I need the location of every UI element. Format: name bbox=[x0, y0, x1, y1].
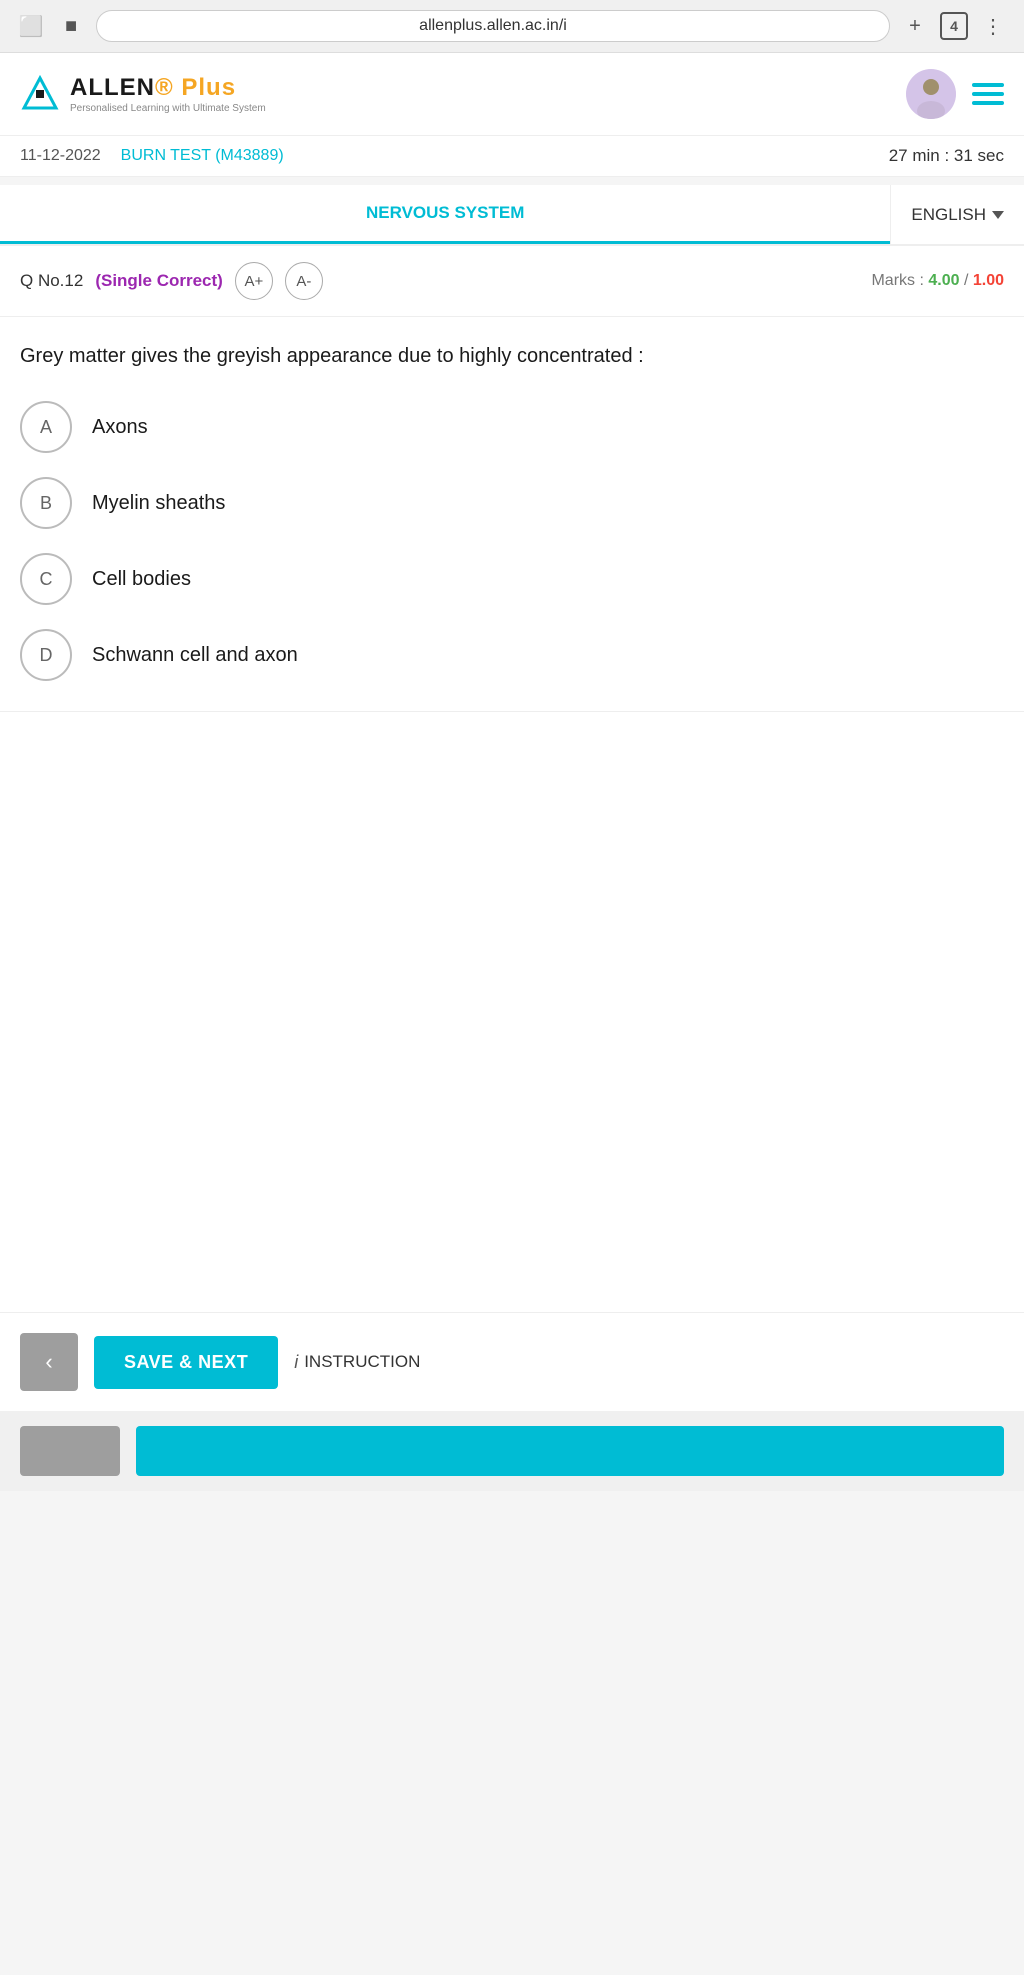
question-type: (Single Correct) bbox=[95, 271, 223, 291]
plus-name: ® Plus bbox=[155, 74, 236, 101]
question-content: Grey matter gives the greyish appearance… bbox=[0, 317, 1024, 712]
font-increase-button[interactable]: A+ bbox=[235, 262, 273, 300]
marks-label: Marks : bbox=[871, 272, 923, 289]
option-d-circle: D bbox=[20, 629, 72, 681]
instruction-button[interactable]: i INSTRUCTION bbox=[294, 1352, 420, 1373]
language-label: ENGLISH bbox=[911, 205, 986, 225]
option-c[interactable]: C Cell bodies bbox=[20, 553, 1004, 605]
option-d-text: Schwann cell and axon bbox=[92, 644, 298, 667]
save-next-button[interactable]: SAVE & NEXT bbox=[94, 1336, 278, 1389]
option-d[interactable]: D Schwann cell and axon bbox=[20, 629, 1004, 681]
tab-subject[interactable]: NERVOUS SYSTEM bbox=[0, 185, 890, 244]
timer: 27 min : 31 sec bbox=[889, 146, 1004, 166]
options-list: A Axons B Myelin sheaths C Cell bodies D… bbox=[20, 401, 1004, 681]
option-a[interactable]: A Axons bbox=[20, 401, 1004, 453]
tab-bar: NERVOUS SYSTEM ENGLISH bbox=[0, 185, 1024, 246]
tab-count[interactable]: 4 bbox=[940, 12, 968, 40]
extra-gray-button[interactable] bbox=[20, 1426, 120, 1476]
question-number: Q No.12 bbox=[20, 271, 83, 291]
question-meta: Q No.12 (Single Correct) A+ A- Marks : 4… bbox=[0, 246, 1024, 317]
test-name: BURN TEST (M43889) bbox=[121, 147, 284, 165]
option-a-circle: A bbox=[20, 401, 72, 453]
browser-menu-icon[interactable]: ⋮ bbox=[978, 11, 1008, 41]
test-date: 11-12-2022 bbox=[20, 147, 101, 165]
hamburger-line-2 bbox=[972, 92, 1004, 96]
bottom-bar: ‹ SAVE & NEXT i INSTRUCTION bbox=[0, 1312, 1024, 1411]
option-b-circle: B bbox=[20, 477, 72, 529]
question-text: Grey matter gives the greyish appearance… bbox=[20, 341, 1004, 371]
url-bar[interactable]: allenplus.allen.ac.in/i bbox=[96, 10, 890, 42]
allen-name: ALLEN bbox=[70, 74, 155, 101]
marks-area: Marks : 4.00 / 1.00 bbox=[871, 272, 1004, 290]
font-decrease-button[interactable]: A- bbox=[285, 262, 323, 300]
info-bar: 11-12-2022 BURN TEST (M43889) 27 min : 3… bbox=[0, 136, 1024, 177]
instruction-label: INSTRUCTION bbox=[304, 1352, 420, 1372]
hamburger-line-1 bbox=[972, 83, 1004, 87]
option-c-text: Cell bodies bbox=[92, 568, 191, 591]
marks-separator: / bbox=[964, 272, 973, 289]
tab-language[interactable]: ENGLISH bbox=[890, 185, 1024, 244]
browser-back-icon[interactable]: ⬜ bbox=[16, 11, 46, 41]
option-c-circle: C bbox=[20, 553, 72, 605]
avatar-image bbox=[906, 69, 956, 119]
extra-bottom bbox=[0, 1411, 1024, 1491]
allen-brand: ALLEN® Plus bbox=[70, 74, 266, 102]
logo-area: ALLEN® Plus Personalised Learning with U… bbox=[20, 74, 266, 114]
option-a-text: Axons bbox=[92, 416, 148, 439]
info-bar-left: 11-12-2022 BURN TEST (M43889) bbox=[20, 147, 284, 165]
hamburger-menu[interactable] bbox=[972, 83, 1004, 105]
back-button[interactable]: ‹ bbox=[20, 1333, 78, 1391]
browser-add-tab-icon[interactable]: + bbox=[900, 11, 930, 41]
logo-text: ALLEN® Plus Personalised Learning with U… bbox=[70, 74, 266, 114]
marks-positive: 4.00 bbox=[928, 272, 959, 289]
marks-negative: 1.00 bbox=[973, 272, 1004, 289]
empty-space bbox=[0, 712, 1024, 1312]
header-right bbox=[906, 69, 1004, 119]
browser-square-icon: ■ bbox=[56, 11, 86, 41]
hamburger-line-3 bbox=[972, 101, 1004, 105]
chevron-down-icon bbox=[992, 211, 1004, 219]
allen-logo-icon bbox=[20, 74, 60, 114]
option-b[interactable]: B Myelin sheaths bbox=[20, 477, 1004, 529]
allen-tagline: Personalised Learning with Ultimate Syst… bbox=[70, 103, 266, 114]
app-header: ALLEN® Plus Personalised Learning with U… bbox=[0, 53, 1024, 136]
back-icon: ‹ bbox=[45, 1349, 52, 1375]
browser-bar: ⬜ ■ allenplus.allen.ac.in/i + 4 ⋮ bbox=[0, 0, 1024, 53]
info-icon: i bbox=[294, 1352, 298, 1373]
avatar bbox=[906, 69, 956, 119]
option-b-text: Myelin sheaths bbox=[92, 492, 225, 515]
extra-cyan-button[interactable] bbox=[136, 1426, 1004, 1476]
